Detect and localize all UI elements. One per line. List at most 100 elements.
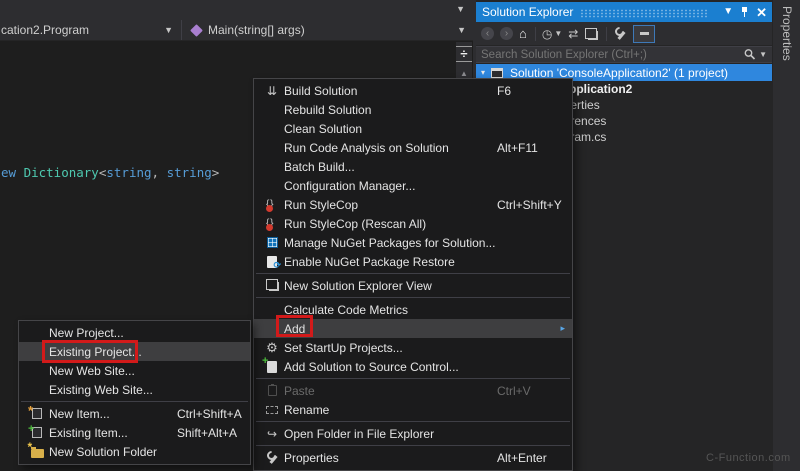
menu-item-label: New Solution Folder [49, 444, 158, 459]
method-icon [190, 23, 203, 37]
panel-title: Solution Explorer [482, 5, 574, 19]
member-selector-dropdown[interactable]: Main(string[] args) ▼ [182, 20, 473, 40]
menu-item-label: Existing Web Site... [49, 382, 153, 397]
editor-navigation-bar: cation2.Program ▼ Main(string[] args) ▼ [0, 20, 473, 41]
expand-arrow-icon[interactable]: ▾ [481, 68, 491, 77]
menu-item-label: Add Solution to Source Control... [284, 359, 459, 374]
window-position-chevron-icon[interactable]: ▼ [723, 7, 733, 17]
menu-item-shortcut: Alt+F11 [497, 140, 538, 155]
menu-item-paste[interactable]: Paste Ctrl+V [254, 381, 572, 400]
annotation-box-add [276, 315, 313, 337]
collapse-all-icon[interactable] [584, 27, 599, 40]
menu-item-new-item[interactable]: New Item... Ctrl+Shift+A [19, 403, 250, 423]
open-folder-icon [267, 427, 277, 441]
menu-item-new-solution-folder[interactable]: New Solution Folder [19, 440, 250, 461]
paste-icon [267, 384, 277, 396]
code-token: > [211, 165, 220, 180]
solution-context-menu: Build Solution F6 Rebuild Solution Clean So… [253, 78, 573, 471]
menu-item-label: Run Code Analysis on Solution [284, 140, 449, 155]
menu-item-run-stylecop-rescan-all[interactable]: Run StyleCop (Rescan All) [254, 214, 572, 233]
menu-item-label: Set StartUp Projects... [284, 340, 403, 355]
menu-item-run-code-analysis-on-solution[interactable]: Run Code Analysis on Solution Alt+F11 [254, 138, 572, 157]
menu-item-enable-nuget-package-restore[interactable]: Enable NuGet Package Restore [254, 252, 572, 271]
menu-item-set-startup-projects[interactable]: Set StartUp Projects... [254, 338, 572, 357]
code-token: ew [1, 165, 24, 180]
member-selector-label: Main(string[] args) [208, 23, 305, 37]
type-selector-dropdown[interactable]: cation2.Program ▼ [0, 20, 182, 40]
tab-properties-vertical[interactable]: Properties [780, 0, 794, 61]
gear-icon [266, 341, 278, 355]
menu-item-build-solution[interactable]: Build Solution F6 [254, 81, 572, 100]
menu-item-label: Configuration Manager... [284, 178, 416, 193]
stylecop-icon [264, 198, 280, 212]
menu-item-new-solution-explorer-view[interactable]: New Solution Explorer View [254, 276, 572, 295]
watermark: C-Function.com [706, 452, 791, 464]
menu-item-label: Existing Item... [49, 425, 128, 440]
titlebar-grip-dots [580, 8, 710, 18]
document-tab-strip: ▼ [0, 0, 473, 20]
existing-item-icon [28, 423, 42, 438]
menu-item-label: Open Folder in File Explorer [284, 426, 435, 441]
menu-item-rebuild-solution[interactable]: Rebuild Solution [254, 100, 572, 119]
search-icon[interactable] [743, 48, 756, 61]
search-box: ▼ [476, 46, 772, 63]
menu-item-existing-item[interactable]: Existing Item... Shift+Alt+A [19, 423, 250, 442]
menu-item-label: Add [284, 321, 306, 336]
code-token: Dictionary [23, 165, 99, 180]
menu-item-properties[interactable]: Properties Alt+Enter [254, 448, 572, 467]
menu-item-label: New Item... [49, 406, 110, 421]
solution-explorer-toolbar: ‹ › ⌂ ◷ ▼ ⇄ [476, 22, 772, 45]
menu-item-label: Rebuild Solution [284, 102, 372, 117]
search-options-chevron-icon[interactable]: ▼ [759, 50, 767, 59]
close-icon[interactable]: ✕ [756, 6, 767, 19]
menu-item-new-web-site[interactable]: New Web Site... [19, 361, 250, 380]
menu-item-configuration-manager[interactable]: Configuration Manager... [254, 176, 572, 195]
menu-separator [256, 378, 570, 379]
menu-item-clean-solution[interactable]: Clean Solution [254, 119, 572, 138]
chevron-down-icon: ▼ [164, 24, 173, 35]
sync-with-active-document-icon[interactable]: ⇄ [568, 28, 578, 40]
menu-item-shortcut: Ctrl+Shift+A [177, 406, 242, 421]
scrollbar-up-arrow-icon[interactable]: ▲ [456, 69, 472, 78]
menu-item-label: Properties [284, 450, 339, 465]
menu-item-label: Manage NuGet Packages for Solution... [284, 235, 496, 250]
back-icon[interactable]: ‹ [481, 27, 494, 40]
search-input[interactable] [481, 48, 744, 61]
pin-icon[interactable] [740, 6, 749, 18]
sc-add-icon [262, 355, 277, 373]
menu-item-label: Clean Solution [284, 121, 363, 136]
home-icon[interactable]: ⌂ [519, 27, 527, 40]
menu-item-shortcut: Ctrl+Shift+Y [497, 197, 562, 212]
pending-changes-icon[interactable]: ◷ ▼ [542, 28, 562, 40]
wrench-icon [265, 451, 279, 465]
menu-item-rename[interactable]: Rename [254, 400, 572, 419]
preview-selected-items-icon[interactable] [633, 24, 656, 43]
split-editor-gripper-icon[interactable]: ÷ [456, 46, 472, 62]
menu-separator [256, 421, 570, 422]
menu-item-shortcut: Shift+Alt+A [177, 425, 238, 440]
forward-icon[interactable]: › [500, 27, 513, 40]
menu-separator [256, 445, 570, 446]
menu-item-run-stylecop[interactable]: Run StyleCop Ctrl+Shift+Y [254, 195, 572, 214]
tab-overflow-chevron-icon[interactable]: ▼ [456, 5, 465, 14]
solution-icon [491, 67, 503, 78]
menu-item-existing-web-site[interactable]: Existing Web Site... [19, 380, 250, 399]
vs-ide-window: ▼ cation2.Program ▼ Main(string[] args) … [0, 0, 800, 471]
menu-item-label: Run StyleCop (Rescan All) [284, 216, 427, 231]
chevron-down-icon: ▼ [457, 24, 466, 35]
menu-item-label: Calculate Code Metrics [284, 302, 409, 317]
menu-item-manage-nuget-packages-for-solution[interactable]: Manage NuGet Packages for Solution... [254, 233, 572, 252]
menu-item-label: Enable NuGet Package Restore [284, 254, 455, 269]
menu-item-label: Batch Build... [284, 159, 355, 174]
menu-item-add-solution-to-source-control[interactable]: Add Solution to Source Control... [254, 355, 572, 376]
rename-icon [266, 405, 278, 414]
code-token: string [166, 165, 212, 180]
submenu-arrow-icon: ▸ [560, 323, 565, 333]
menu-separator [256, 273, 570, 274]
menu-item-open-folder-in-file-explorer[interactable]: Open Folder in File Explorer [254, 424, 572, 443]
menu-item-shortcut: Ctrl+V [497, 383, 531, 398]
solution-explorer-titlebar[interactable]: Solution Explorer ▼ ✕ [476, 2, 772, 22]
menu-item-shortcut: Alt+Enter [497, 450, 547, 465]
properties-wrench-icon[interactable] [613, 27, 627, 41]
menu-item-batch-build[interactable]: Batch Build... [254, 157, 572, 176]
